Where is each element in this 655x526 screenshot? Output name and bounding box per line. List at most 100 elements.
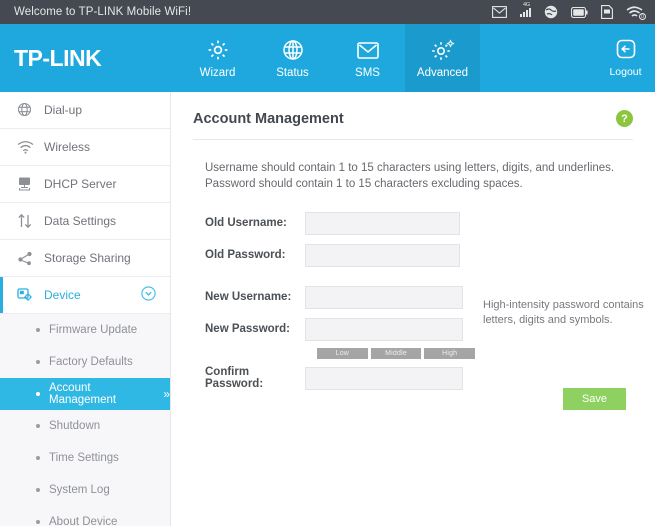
bullet-icon: [36, 488, 40, 492]
sidebar-item-device[interactable]: Device: [0, 277, 170, 314]
nav-item-status[interactable]: Status: [255, 24, 330, 92]
strength-segment-middle: Middle: [370, 348, 422, 359]
sim-card-icon: [601, 5, 613, 19]
main-navbar: TP-LINK Wizard Status SMS Advanced Logou…: [0, 24, 655, 92]
confirm-password-input[interactable]: [305, 366, 463, 390]
sidebar-item-wireless[interactable]: Wireless: [0, 129, 170, 166]
password-strength-meter: Low Middle High: [317, 348, 476, 359]
wifi-icon: 0: [626, 5, 646, 20]
network-type-label: 4G: [523, 1, 530, 8]
sidebar-subitem-factory-defaults[interactable]: Factory Defaults: [0, 346, 170, 378]
nav-item-advanced[interactable]: Advanced: [405, 24, 480, 92]
double-chevron-right-icon: »: [163, 387, 170, 401]
sidebar-sublabel-account-management: Account Management: [49, 382, 117, 406]
form-row-old-username: Old Username:: [193, 210, 633, 236]
label-new-password: New Password:: [205, 323, 290, 335]
bullet-icon: [36, 360, 40, 364]
old-password-input[interactable]: [305, 243, 460, 267]
wifi-client-count: 0: [639, 12, 646, 20]
page-title: Account Management: [193, 110, 344, 127]
save-button[interactable]: Save: [563, 388, 626, 410]
globe-icon: [16, 102, 34, 118]
sidebar-item-storage-sharing[interactable]: Storage Sharing: [0, 240, 170, 277]
new-password-input[interactable]: [305, 317, 463, 341]
sidebar-label-wireless: Wireless: [44, 140, 91, 154]
bullet-icon: [36, 328, 40, 332]
gear-icon: [206, 37, 230, 63]
sidebar-label-dial-up: Dial-up: [44, 103, 83, 117]
bullet-icon: [36, 456, 40, 460]
signal-bars: [520, 7, 531, 17]
sidebar-label-storage-sharing: Storage Sharing: [44, 251, 131, 265]
nav-label-sms: SMS: [355, 67, 380, 79]
strength-segment-low: Low: [317, 348, 368, 359]
bullet-icon: [36, 424, 40, 428]
sidebar-label-data-settings: Data Settings: [44, 214, 117, 228]
label-old-password: Old Password:: [205, 249, 286, 261]
battery-icon: [571, 6, 588, 18]
welcome-text: Welcome to TP-LINK Mobile WiFi!: [14, 6, 192, 18]
gears-icon: [430, 37, 456, 63]
tplink-logo[interactable]: TP-LINK: [0, 24, 180, 92]
old-username-input[interactable]: [305, 211, 460, 235]
sidebar-sublabel-shutdown: Shutdown: [49, 420, 101, 432]
device-gear-icon: [16, 287, 34, 303]
label-new-username: New Username:: [205, 291, 292, 303]
nav-label-advanced: Advanced: [416, 67, 469, 79]
sidebar-item-data-settings[interactable]: Data Settings: [0, 203, 170, 240]
sidebar-subitem-about-device[interactable]: About Device: [0, 506, 170, 526]
wifi-icon: [16, 140, 34, 154]
status-icon-tray: 4G 0: [492, 2, 647, 20]
sidebar-item-dial-up[interactable]: Dial-up: [0, 92, 170, 129]
nav-label-wizard: Wizard: [199, 67, 236, 79]
panel-header: Account Management ?: [193, 110, 633, 140]
sidebar-sublabel-firmware-update: Firmware Update: [49, 324, 138, 336]
password-hint-line2: letters, digits and symbols.: [483, 314, 613, 326]
sidebar-subitem-firmware-update[interactable]: Firmware Update: [0, 314, 170, 346]
nav-item-sms[interactable]: SMS: [330, 24, 405, 92]
form-row-old-password: Old Password:: [193, 242, 633, 268]
chevron-down-icon[interactable]: [141, 286, 156, 304]
hint-line-password: Password should contain 1 to 15 characte…: [205, 178, 523, 190]
sidebar-subitem-shutdown[interactable]: Shutdown: [0, 410, 170, 442]
strength-segment-high: High: [424, 348, 476, 359]
sidebar-label-device: Device: [44, 288, 81, 302]
nav-items: Wizard Status SMS Advanced: [180, 24, 480, 92]
label-old-username: Old Username:: [205, 217, 287, 229]
globe-icon: [281, 37, 305, 63]
logout-label: Logout: [609, 66, 642, 78]
page-body: Dial-up Wireless DHCP Server Data Settin…: [0, 92, 655, 526]
nav-item-wizard[interactable]: Wizard: [180, 24, 255, 92]
nav-label-status: Status: [276, 67, 309, 79]
sidebar: Dial-up Wireless DHCP Server Data Settin…: [0, 92, 171, 526]
sidebar-sublabel-time-settings: Time Settings: [49, 452, 119, 464]
status-bar: Welcome to TP-LINK Mobile WiFi! 4G 0: [0, 0, 655, 24]
bullet-icon: [36, 520, 40, 524]
sidebar-subitem-time-settings[interactable]: Time Settings: [0, 442, 170, 474]
password-hint-line1: High-intensity password contains: [483, 299, 644, 311]
bullet-icon: [36, 392, 40, 396]
account-form: Old Username: Old Password: New Username…: [193, 210, 644, 410]
help-icon[interactable]: ?: [616, 110, 633, 127]
sidebar-subitem-system-log[interactable]: System Log: [0, 474, 170, 506]
logout-button[interactable]: Logout: [600, 24, 655, 92]
new-username-input[interactable]: [305, 285, 463, 309]
label-confirm-password: Confirm Password:: [205, 366, 264, 390]
hint-line-username: Username should contain 1 to 15 characte…: [205, 162, 615, 174]
password-hint-note: High-intensity password contains letters…: [483, 298, 648, 328]
signal-strength-icon: 4G: [520, 2, 531, 17]
sidebar-sublabel-about-device: About Device: [49, 516, 118, 526]
sidebar-subitem-account-management[interactable]: Account Management »: [0, 378, 170, 410]
sidebar-label-dhcp-server: DHCP Server: [44, 177, 117, 191]
server-icon: [16, 176, 34, 192]
sidebar-item-dhcp-server[interactable]: DHCP Server: [0, 166, 170, 203]
envelope-icon: [356, 37, 380, 63]
message-icon[interactable]: [492, 6, 507, 18]
updown-arrows-icon: [16, 213, 34, 229]
sidebar-sublabel-factory-defaults: Factory Defaults: [49, 356, 133, 368]
internet-globe-icon: [544, 5, 558, 19]
share-icon: [16, 251, 34, 266]
sidebar-sublabel-system-log: System Log: [49, 484, 110, 496]
logout-icon: [615, 38, 637, 63]
